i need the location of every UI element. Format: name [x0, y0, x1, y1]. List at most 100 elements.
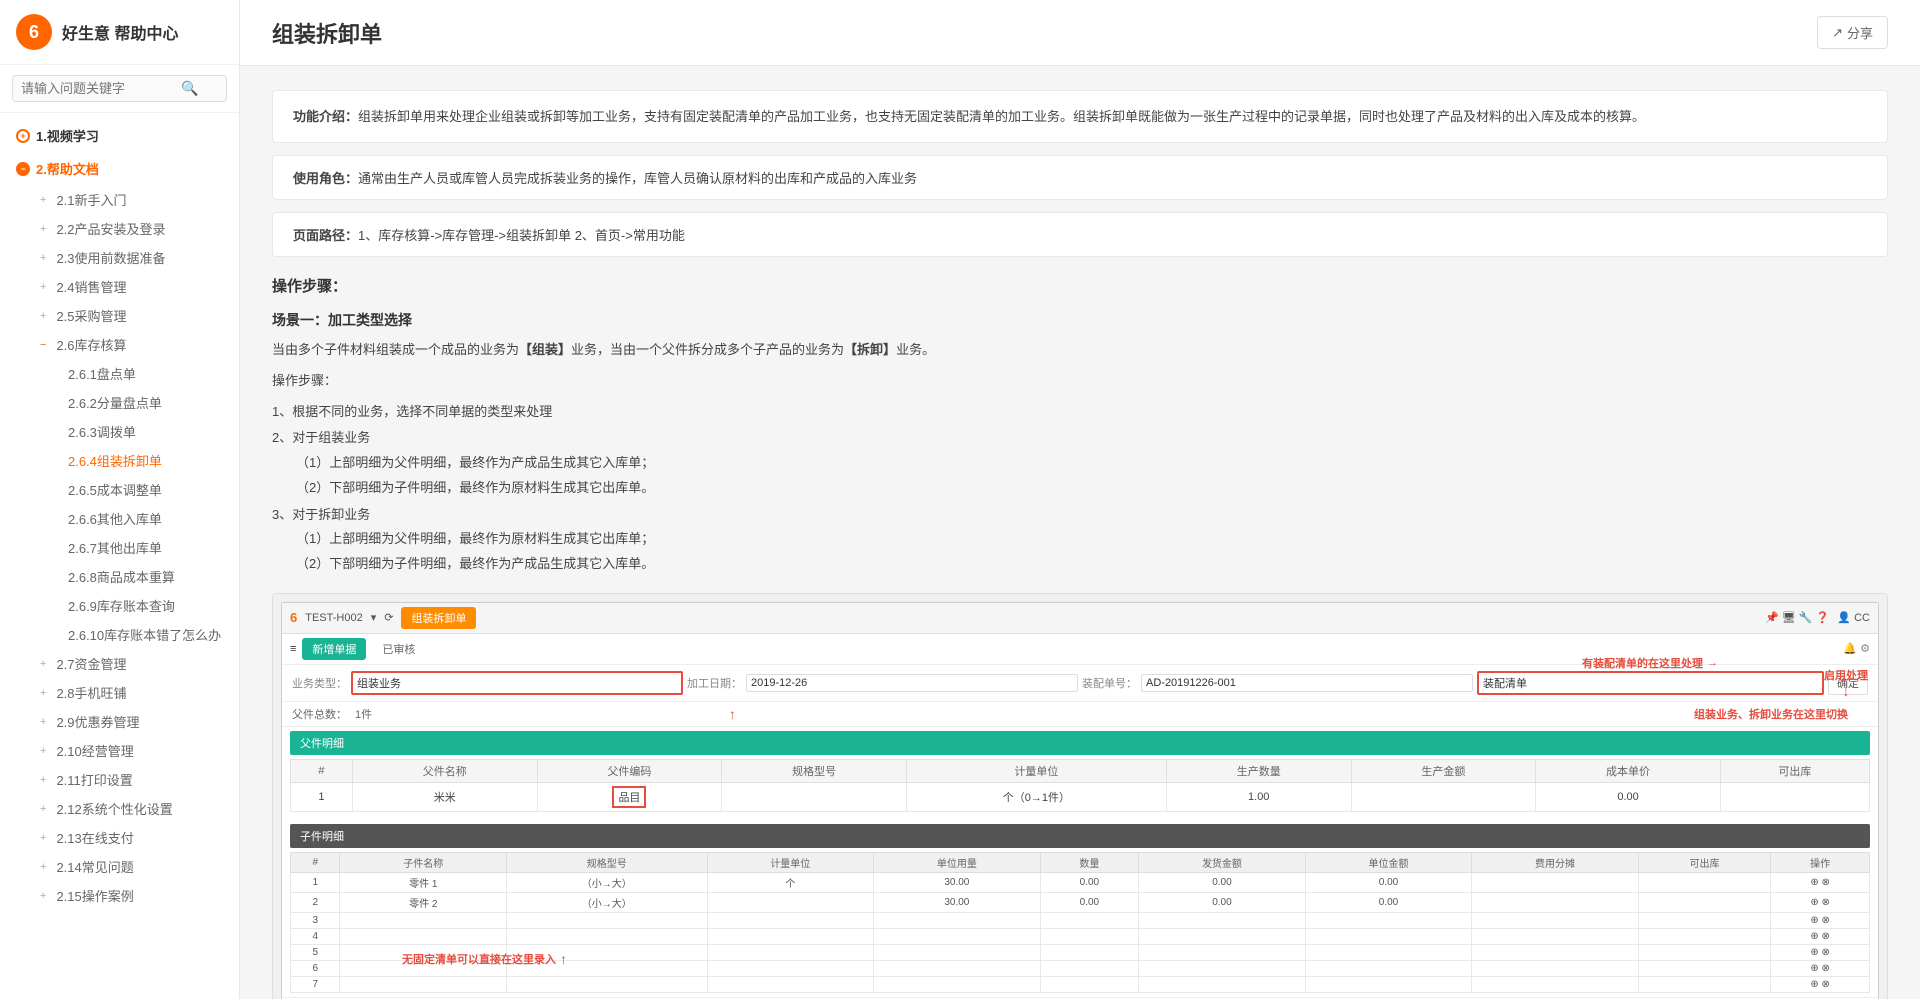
- main-header: 组装拆卸单 ↗ 分享: [240, 0, 1920, 66]
- sim-qty-label: 父件总数：: [292, 706, 347, 722]
- sidebar-item-label: 2.10经营管理: [56, 741, 133, 760]
- child-col-spec: 规格型号: [507, 852, 708, 872]
- sidebar-item-coupon[interactable]: + 2.9优惠券管理: [28, 707, 239, 736]
- sidebar-item-install[interactable]: + 2.2产品安装及登录: [28, 214, 239, 243]
- sidebar-item-stockerr[interactable]: 2.6.10库存账本错了怎么办: [56, 620, 239, 649]
- share-button[interactable]: ↗ 分享: [1817, 16, 1888, 49]
- sidebar-item-stocktake2[interactable]: 2.6.2分量盘点单: [56, 388, 239, 417]
- child-cell-num: 6: [291, 960, 340, 976]
- child-cell-ops[interactable]: ⊕ ⊗: [1771, 960, 1870, 976]
- sidebar-item-custom[interactable]: + 2.12系统个性化设置: [28, 794, 239, 823]
- sim-tab-approved[interactable]: 已审核: [372, 638, 425, 660]
- child-table-row: 1 零件 1 （小→大） 个 30.00 0.00 0.00 0.00: [291, 872, 1870, 892]
- sidebar-item-faq[interactable]: + 2.14常见问题: [28, 852, 239, 881]
- plus-icon: +: [40, 310, 46, 322]
- plus-icon: +: [40, 890, 46, 902]
- child-cell-avail: [1638, 872, 1771, 892]
- child-table-row: 7 ⊕ ⊗: [291, 976, 1870, 992]
- child-cell-num: 4: [291, 928, 340, 944]
- child-cell-uprice: 0.00: [1305, 892, 1472, 912]
- sidebar-item-otherin[interactable]: 2.6.6其他入库单: [56, 504, 239, 533]
- child-col-ship: 发货金额: [1139, 852, 1306, 872]
- function-intro-block: 功能介绍：组装拆卸单用来处理企业组装或拆卸等加工业务，支持有固定装配清单的产品加…: [272, 90, 1888, 143]
- child-col-num: #: [291, 852, 340, 872]
- sim-child-label: 子件明细: [300, 828, 344, 844]
- child-cell-ops[interactable]: ⊕ ⊗: [1771, 872, 1870, 892]
- sidebar-item-finance[interactable]: + 2.7资金管理: [28, 649, 239, 678]
- sidebar-item-docs[interactable]: − 2.帮助文档: [0, 152, 239, 185]
- child-cell-uprice: 0.00: [1305, 872, 1472, 892]
- search-icon[interactable]: 🔍: [181, 80, 198, 97]
- function-intro-text: 组装拆卸单用来处理企业组装或拆卸等加工业务，支持有固定装配清单的产品加工业务，也…: [358, 109, 1645, 124]
- plus-icon: +: [40, 861, 46, 873]
- sidebar-item-otherout[interactable]: 2.6.7其他出库单: [56, 533, 239, 562]
- cell-name: 米米: [352, 782, 537, 811]
- child-cell-usage: 30.00: [874, 872, 1041, 892]
- sidebar-item-label: 2.6.4组装拆卸单: [68, 451, 162, 470]
- child-cell-spec: （小→大）: [507, 892, 708, 912]
- sidebar-sub-docs: + 2.1新手入门 + 2.2产品安装及登录 + 2.3使用前数据准备 + 2.…: [0, 185, 239, 910]
- sidebar-item-label: 2.2产品安装及登录: [56, 219, 165, 238]
- arrow-right-icon: →: [1707, 657, 1718, 669]
- plus-icon: +: [40, 658, 46, 670]
- child-table-row: 2 零件 2 （小→大） 30.00 0.00 0.00 0.00: [291, 892, 1870, 912]
- arrow-left-icon: ↑: [560, 951, 567, 967]
- sidebar-item-assembly[interactable]: 2.6.4组装拆卸单: [56, 446, 239, 475]
- sim-form-area: 业务类型： 组装业务 加工日期： 2019-12-26 装配单号： AD-201…: [282, 665, 1878, 702]
- sidebar-item-newbie[interactable]: + 2.1新手入门: [28, 185, 239, 214]
- page-title: 组装拆卸单: [272, 17, 382, 49]
- sidebar-item-onlinepay[interactable]: + 2.13在线支付: [28, 823, 239, 852]
- sim-app: 6 TEST-H002 ▾ ⟳ 组装拆卸单 📌 🖥 🔧 ❓ 👤 CC ≡ 新增单…: [281, 602, 1879, 999]
- child-cell-unit: [707, 892, 874, 912]
- sidebar-item-adjust[interactable]: 2.6.3调拨单: [56, 417, 239, 446]
- screenshot-container: 6 TEST-H002 ▾ ⟳ 组装拆卸单 📌 🖥 🔧 ❓ 👤 CC ≡ 新增单…: [272, 593, 1888, 999]
- sim-assembly-list-btn[interactable]: 装配清单: [1477, 671, 1824, 695]
- child-col-avail: 可出库: [1638, 852, 1771, 872]
- sidebar-item-stocktake[interactable]: 2.6.1盘点单: [56, 359, 239, 388]
- sidebar-item-operation[interactable]: + 2.10经营管理: [28, 736, 239, 765]
- child-cell-ops[interactable]: ⊕ ⊗: [1771, 976, 1870, 992]
- sidebar-item-label: 2.6.8商品成本重算: [68, 567, 175, 586]
- sidebar-item-inventory[interactable]: − 2.6库存核算: [28, 330, 239, 359]
- sidebar-item-stockcheck[interactable]: 2.6.9库存账本查询: [56, 591, 239, 620]
- plus-icon: +: [40, 832, 46, 844]
- sidebar-item-data[interactable]: + 2.3使用前数据准备: [28, 243, 239, 272]
- child-cell-ops[interactable]: ⊕ ⊗: [1771, 912, 1870, 928]
- search-input[interactable]: [21, 81, 181, 96]
- sim-field-date: 加工日期： 2019-12-26: [687, 671, 1078, 695]
- sidebar-item-video[interactable]: + 1.视频学习: [0, 119, 239, 152]
- sim-tab-new[interactable]: 新增单据: [302, 638, 366, 660]
- child-cell-num: 1: [291, 872, 340, 892]
- search-container: 🔍: [0, 65, 239, 113]
- sidebar-item-sales[interactable]: + 2.4销售管理: [28, 272, 239, 301]
- sim-top-bar: 6 TEST-H002 ▾ ⟳ 组装拆卸单 📌 🖥 🔧 ❓ 👤 CC: [282, 603, 1878, 634]
- col-amount: 生产金额: [1351, 759, 1536, 782]
- plus-icon: +: [40, 716, 46, 728]
- ops-label: 操作步骤：: [272, 275, 1888, 296]
- sidebar-item-label: 2.15操作案例: [56, 886, 133, 905]
- child-cell-ops[interactable]: ⊕ ⊗: [1771, 928, 1870, 944]
- child-cell-ops[interactable]: ⊕ ⊗: [1771, 944, 1870, 960]
- sidebar-item-costcalc[interactable]: 2.6.8商品成本重算: [56, 562, 239, 591]
- step2: 2、对于组装业务 （1）上部明细为父件明细，最终作为产成品生成其它入库单； （2…: [272, 426, 1888, 500]
- step2-sub1: （1）上部明细为父件明细，最终作为产成品生成其它入库单；: [272, 451, 1888, 476]
- sidebar-item-print[interactable]: + 2.11打印设置: [28, 765, 239, 794]
- cell-pcost: 0.00: [1536, 782, 1721, 811]
- sidebar-item-cases[interactable]: + 2.15操作案例: [28, 881, 239, 910]
- screenshot-inner: 6 TEST-H002 ▾ ⟳ 组装拆卸单 📌 🖥 🔧 ❓ 👤 CC ≡ 新增单…: [273, 594, 1887, 999]
- article-content: 功能介绍：组装拆卸单用来处理企业组装或拆卸等加工业务，支持有固定装配清单的产品加…: [240, 66, 1920, 999]
- sidebar-item-label: 2.11打印设置: [56, 770, 132, 789]
- ops-intro: 操作步骤：: [272, 369, 1888, 394]
- sidebar-sub-inventory: 2.6.1盘点单 2.6.2分量盘点单 2.6.3调拨单 2.6.4组装拆卸单 …: [28, 359, 239, 649]
- sidebar-item-costadjust[interactable]: 2.6.5成本调整单: [56, 475, 239, 504]
- sidebar-item-purchase[interactable]: + 2.5采购管理: [28, 301, 239, 330]
- sim-field-type-value[interactable]: 组装业务: [351, 671, 683, 695]
- main-content-area: 组装拆卸单 ↗ 分享 功能介绍：组装拆卸单用来处理企业组装或拆卸等加工业务，支持…: [240, 0, 1920, 999]
- child-cell-ops[interactable]: ⊕ ⊗: [1771, 892, 1870, 912]
- child-cell-unit: 个: [707, 872, 874, 892]
- sim-field-date-value[interactable]: 2019-12-26: [746, 674, 1078, 692]
- annotation-switch-text: 组装业务、拆卸业务在这里切换: [1694, 706, 1848, 722]
- sim-orange-button[interactable]: 组装拆卸单: [401, 607, 476, 629]
- sidebar-item-mobile[interactable]: + 2.8手机旺铺: [28, 678, 239, 707]
- sim-field-orderno-value[interactable]: AD-20191226-001: [1141, 674, 1473, 692]
